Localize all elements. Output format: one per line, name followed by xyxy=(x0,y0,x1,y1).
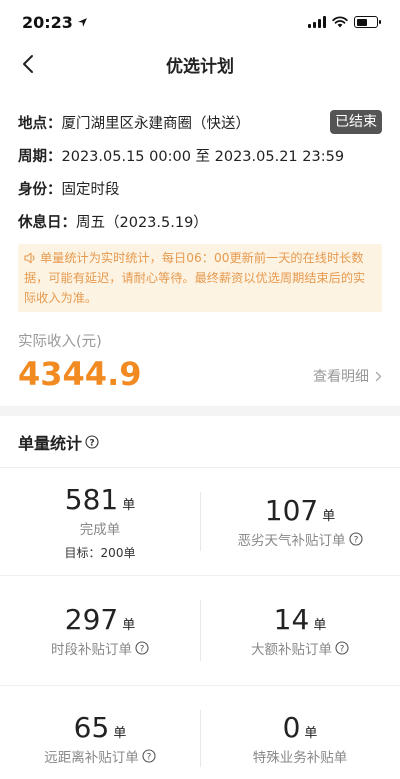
back-button[interactable] xyxy=(12,48,44,80)
svg-text:?: ? xyxy=(89,438,94,448)
stats-row: 297 单 时段补贴订单 ? 14 单 大额补贴订单 ? xyxy=(0,576,400,686)
rest-day-row: 休息日： 周五（2023.5.19） xyxy=(18,209,382,233)
page-title: 优选计划 xyxy=(166,56,234,77)
stat-completed: 581 单 完成单 目标：200单 xyxy=(0,468,200,575)
plan-info: 地点：厦门湖里区永建商圈（快送） 已结束 周期： 2023.05.15 00:00… xyxy=(0,84,400,233)
rest-day-value: 周五（2023.5.19） xyxy=(76,214,208,231)
location-label: 地点： xyxy=(18,115,62,132)
stats-title: 单量统计 xyxy=(18,433,83,453)
cellular-signal-icon xyxy=(308,16,326,28)
stat-unit: 单 xyxy=(113,726,127,741)
period-label: 周期： xyxy=(18,148,62,165)
location-arrow-icon xyxy=(78,17,87,27)
notice-banner: 单量统计为实时统计，每日06：00更新前一天的在线时长数据，可能有延迟，请耐心等… xyxy=(18,244,382,312)
stat-label: 大额补贴订单 xyxy=(251,642,332,658)
stat-large-amount: 14 单 大额补贴订单 ? xyxy=(200,576,400,685)
stat-unit: 单 xyxy=(313,618,327,633)
period-row: 周期： 2023.05.15 00:00 至 2023.05.21 23:59 xyxy=(18,143,382,167)
stat-label: 远距离补贴订单 xyxy=(44,750,139,766)
stat-value: 297 xyxy=(64,603,119,636)
nav-bar: 优选计划 xyxy=(0,44,400,84)
svg-text:?: ? xyxy=(140,644,145,654)
stat-target: 目标：200单 xyxy=(64,545,136,560)
help-icon[interactable]: ? xyxy=(335,641,349,655)
chevron-left-icon xyxy=(23,55,33,73)
stats-row: 65 单 远距离补贴订单 ? 0单 特殊业务补贴单 xyxy=(0,686,400,779)
stat-bad-weather: 107 单 恶劣天气补贴订单 ? xyxy=(200,468,400,575)
help-icon[interactable]: ? xyxy=(85,434,99,449)
stat-unit: 单 xyxy=(122,618,136,633)
status-time: 20:23 xyxy=(22,13,88,32)
wifi-icon xyxy=(332,16,348,28)
svg-text:?: ? xyxy=(146,752,151,762)
help-icon[interactable]: ? xyxy=(348,532,363,546)
stat-label: 恶劣天气补贴订单 xyxy=(237,533,346,549)
stat-special-business: 0单 特殊业务补贴单 xyxy=(200,686,400,779)
notice-text: 单量统计为实时统计，每日06：00更新前一天的在线时长数据，可能有延迟，请耐心等… xyxy=(24,251,366,305)
identity-label: 身份： xyxy=(18,181,62,198)
clock-text: 20:23 xyxy=(22,12,73,32)
stat-label: 时段补贴订单 xyxy=(51,642,132,658)
stat-label: 特殊业务补贴单 xyxy=(252,750,348,766)
stats-header: 单量统计 ? xyxy=(0,416,400,468)
identity-value: 固定时段 xyxy=(61,181,120,198)
stats-row: 581 单 完成单 目标：200单 107 单 恶劣天气补贴订单 ? xyxy=(0,468,400,576)
location-row: 地点：厦门湖里区永建商圈（快送） 已结束 xyxy=(18,110,382,134)
stat-long-distance: 65 单 远距离补贴订单 ? xyxy=(0,686,200,779)
svg-text:?: ? xyxy=(353,535,358,545)
stat-value: 107 xyxy=(264,494,319,527)
section-divider xyxy=(0,406,400,416)
battery-icon xyxy=(354,16,381,28)
stat-value: 0 xyxy=(282,711,301,744)
stat-unit: 单 xyxy=(122,497,136,513)
income-label: 实际收入(元) xyxy=(18,334,102,350)
stats-grid: 581 单 完成单 目标：200单 107 单 恶劣天气补贴订单 ? 297 单 时段… xyxy=(0,468,400,779)
income-section: 实际收入(元) 4344.9 查看明细 xyxy=(0,312,400,402)
view-details-label: 查看明细 xyxy=(313,369,369,385)
chevron-right-icon xyxy=(375,371,382,381)
rest-day-label: 休息日： xyxy=(18,214,76,231)
identity-row: 身份： 固定时段 xyxy=(18,176,382,200)
help-icon[interactable]: ? xyxy=(142,749,156,763)
view-details-link[interactable]: 查看明细 xyxy=(313,366,382,386)
stat-label: 完成单 xyxy=(79,521,121,538)
svg-text:?: ? xyxy=(340,644,345,654)
status-icons xyxy=(308,16,381,28)
stat-unit: 单 xyxy=(304,726,318,741)
stat-unit: 单 xyxy=(322,509,336,524)
speaker-icon xyxy=(24,252,35,264)
stat-value: 65 xyxy=(73,711,110,744)
status-badge: 已结束 xyxy=(330,110,382,134)
status-bar: 20:23 xyxy=(0,0,400,44)
help-icon[interactable]: ? xyxy=(135,641,149,655)
period-value: 2023.05.15 00:00 至 2023.05.21 23:59 xyxy=(61,148,345,165)
location-value: 厦门湖里区永建商圈（快送） xyxy=(61,115,251,132)
stat-value: 14 xyxy=(273,603,310,636)
stat-value: 581 xyxy=(64,482,119,516)
stat-time-slot: 297 单 时段补贴订单 ? xyxy=(0,576,200,685)
